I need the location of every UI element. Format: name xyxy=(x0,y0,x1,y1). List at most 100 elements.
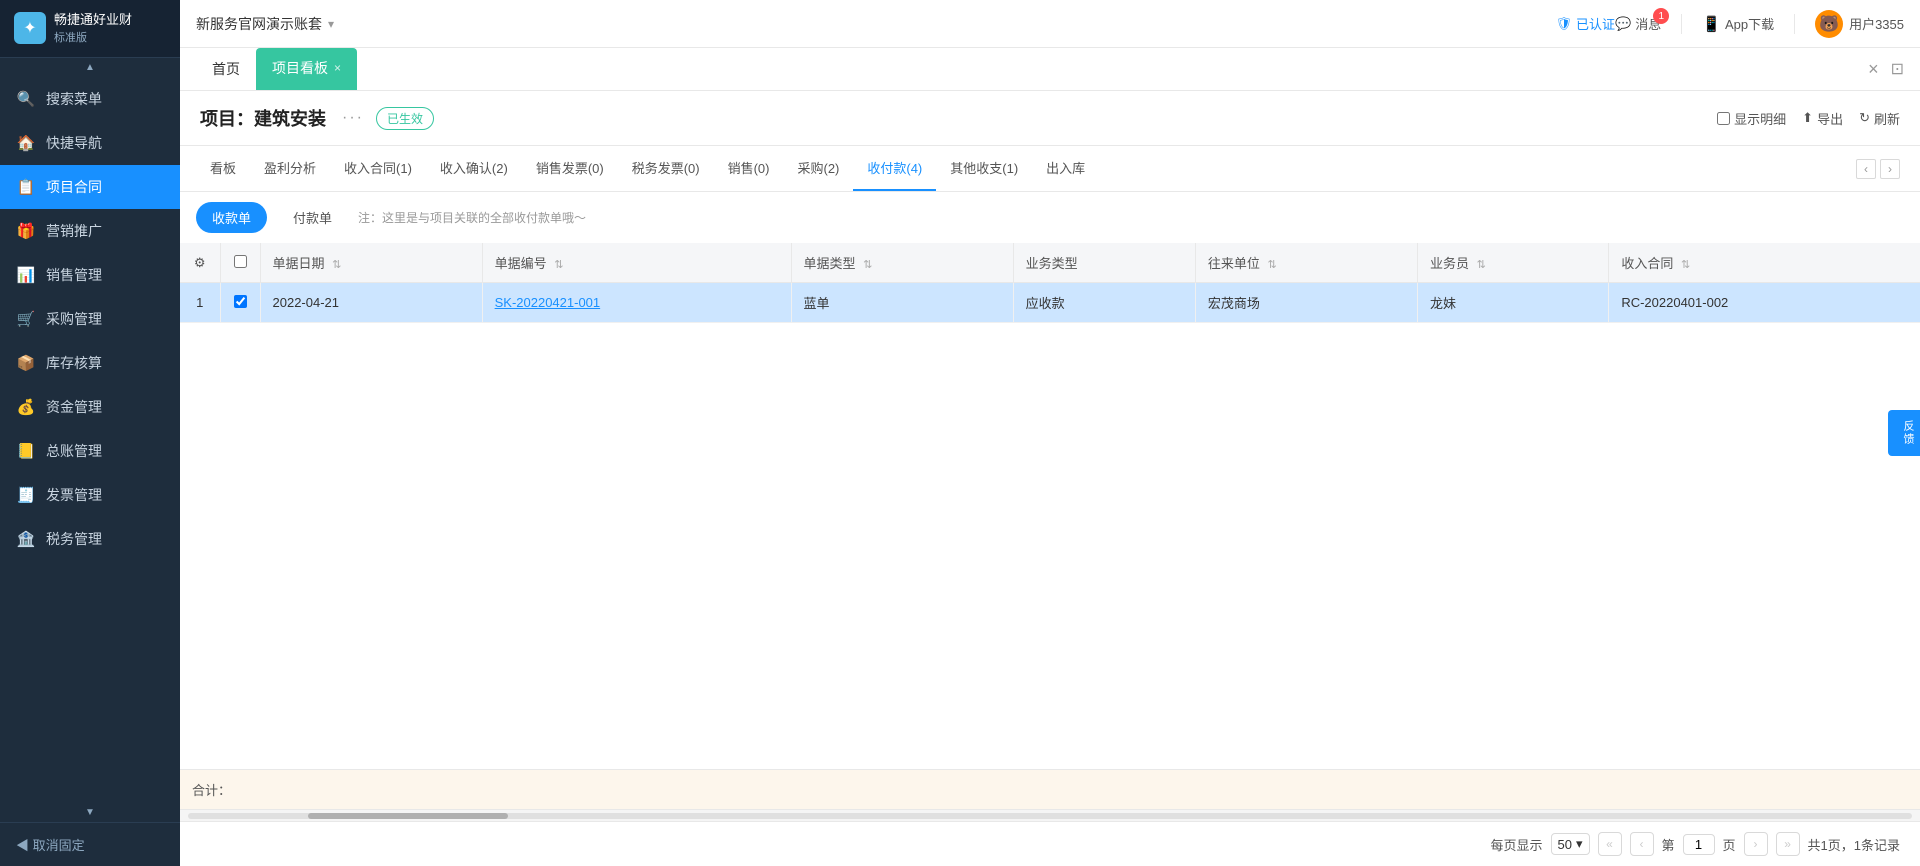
sidebar-item-label: 资金管理 xyxy=(46,397,102,417)
username-label: 用户3355 xyxy=(1849,14,1904,33)
sidebar-item-inventory[interactable]: 📦 库存核算 xyxy=(0,341,180,385)
export-btn[interactable]: ⬆ 导出 xyxy=(1802,109,1843,128)
project-title: 项目：建筑安装 xyxy=(200,105,326,131)
sidebar-item-label: 总账管理 xyxy=(46,441,102,461)
sidebar-item-label: 营销推广 xyxy=(46,221,102,241)
feedback-btn[interactable]: 反馈 xyxy=(1888,410,1920,456)
sidebar-item-label: 快捷导航 xyxy=(46,133,102,153)
sub-tab-inout[interactable]: 出入库 xyxy=(1032,146,1099,191)
sidebar-item-sales[interactable]: 📊 销售管理 xyxy=(0,253,180,297)
payments-toggle-btn[interactable]: 付款单 xyxy=(277,202,348,233)
cell-seq: 1 xyxy=(180,283,220,323)
sidebar-item-tax[interactable]: 🏦 税务管理 xyxy=(0,517,180,561)
horizontal-scrollbar[interactable] xyxy=(180,809,1920,821)
sub-tabs: 看板 盈利分析 收入合同(1) 收入确认(2) 销售发票(0) 税务发票(0) … xyxy=(180,146,1920,192)
col-salesman[interactable]: 业务员 ⇅ xyxy=(1417,243,1608,283)
sub-tab-next-btn[interactable]: › xyxy=(1880,159,1900,179)
logo-icon: ✦ xyxy=(14,12,46,44)
show-detail-toggle[interactable]: 显示明细 xyxy=(1717,109,1786,128)
home-icon: 🏠 xyxy=(16,134,36,152)
tab-home[interactable]: 首页 xyxy=(196,49,256,89)
shield-icon: 🛡 xyxy=(1556,16,1573,32)
project-more-btn[interactable]: ··· xyxy=(342,109,364,127)
refresh-btn[interactable]: ↻ 刷新 xyxy=(1859,109,1900,128)
data-table: ⚙ 单据日期 ⇅ 单据编号 ⇅ xyxy=(180,243,1920,323)
per-page-arrow-icon: ▾ xyxy=(1576,836,1583,852)
sub-tabs-nav: ‹ › xyxy=(1852,159,1904,179)
col-partner[interactable]: 往来单位 ⇅ xyxy=(1195,243,1417,283)
prev-page-btn[interactable]: ‹ xyxy=(1630,832,1654,856)
sub-tab-purchase[interactable]: 采购(2) xyxy=(783,146,853,191)
sidebar-unpin[interactable]: ◀ 取消固定 xyxy=(0,822,180,866)
sidebar-item-nav[interactable]: 🏠 快捷导航 xyxy=(0,121,180,165)
sub-tab-board[interactable]: 看板 xyxy=(196,146,250,191)
sidebar-nav: 🔍 搜索菜单 🏠 快捷导航 📋 项目合同 🎁 营销推广 📊 销售管理 🛒 采购管… xyxy=(0,77,180,803)
sub-tab-receipts[interactable]: 收付款(4) xyxy=(853,146,936,191)
sub-tab-income-confirm[interactable]: 收入确认(2) xyxy=(426,146,522,191)
receipts-toggle-btn[interactable]: 收款单 xyxy=(196,202,267,233)
sidebar-item-search[interactable]: 🔍 搜索菜单 xyxy=(0,77,180,121)
next-page-btn[interactable]: › xyxy=(1744,832,1768,856)
sidebar-item-invoice[interactable]: 🧾 发票管理 xyxy=(0,473,180,517)
project-header-actions: 显示明细 ⬆ 导出 ↻ 刷新 xyxy=(1717,109,1900,128)
sidebar-item-marketing[interactable]: 🎁 营销推广 xyxy=(0,209,180,253)
sub-tab-tax-invoice[interactable]: 税务发票(0) xyxy=(618,146,714,191)
scrollbar-thumb[interactable] xyxy=(308,813,508,819)
page-prefix: 第 xyxy=(1662,835,1675,854)
purchase-icon: 🛒 xyxy=(16,310,36,328)
sidebar-scroll-down[interactable]: ▼ xyxy=(0,803,180,822)
last-page-btn[interactable]: » xyxy=(1776,832,1800,856)
total-label: 合计： xyxy=(192,783,231,798)
user-menu[interactable]: 🐻 用户3355 xyxy=(1815,10,1904,38)
sidebar: ✦ 畅捷通好业财 标准版 ▲ 🔍 搜索菜单 🏠 快捷导航 📋 项目合同 🎁 营销… xyxy=(0,0,180,866)
app-name: 畅捷通好业财 xyxy=(54,12,132,29)
main-area: 新服务官网演示账套 ▾ 🛡 已认证 💬 消息 1 📱 App下载 🐻 用户335… xyxy=(180,0,1920,866)
sub-tab-other[interactable]: 其他收支(1) xyxy=(936,146,1032,191)
per-page-label: 每页显示 xyxy=(1490,835,1542,854)
sidebar-item-label: 发票管理 xyxy=(46,485,102,505)
sidebar-scroll-up[interactable]: ▲ xyxy=(0,58,180,77)
page-number-input[interactable] xyxy=(1683,834,1715,855)
tab-close-icon[interactable]: × xyxy=(334,61,341,75)
close-window-btn[interactable]: × xyxy=(1868,59,1879,80)
sidebar-item-finance[interactable]: 💰 资金管理 xyxy=(0,385,180,429)
sub-tab-income-contract[interactable]: 收入合同(1) xyxy=(330,146,426,191)
cell-number: SK-20220421-001 xyxy=(482,283,791,323)
col-contract[interactable]: 收入合同 ⇅ xyxy=(1609,243,1920,283)
finance-icon: 💰 xyxy=(16,398,36,416)
col-type[interactable]: 单据类型 ⇅ xyxy=(791,243,1013,283)
per-page-select[interactable]: 50 ▾ xyxy=(1551,833,1590,855)
show-detail-label: 显示明细 xyxy=(1734,109,1786,128)
sub-tab-prev-btn[interactable]: ‹ xyxy=(1856,159,1876,179)
sidebar-item-purchase[interactable]: 🛒 采购管理 xyxy=(0,297,180,341)
certified-badge: 🛡 已认证 xyxy=(1556,14,1616,33)
sort-number-icon: ⇅ xyxy=(554,259,563,271)
sidebar-item-ledger[interactable]: 📒 总账管理 xyxy=(0,429,180,473)
col-biz-type: 业务类型 xyxy=(1013,243,1195,283)
col-settings[interactable]: ⚙ xyxy=(180,243,220,283)
row-checkbox[interactable] xyxy=(234,295,247,308)
messages-btn[interactable]: 💬 消息 1 xyxy=(1615,14,1661,33)
sidebar-item-label: 搜索菜单 xyxy=(46,89,102,109)
sidebar-item-label: 采购管理 xyxy=(46,309,102,329)
topbar-right: 💬 消息 1 📱 App下载 🐻 用户3355 xyxy=(1615,10,1904,38)
window-buttons: × ⊡ xyxy=(1868,59,1904,80)
sub-tab-profit[interactable]: 盈利分析 xyxy=(250,146,330,191)
sub-tab-sales-invoice[interactable]: 销售发票(0) xyxy=(522,146,618,191)
col-number[interactable]: 单据编号 ⇅ xyxy=(482,243,791,283)
select-all-checkbox[interactable] xyxy=(234,255,247,268)
per-page-value: 50 xyxy=(1558,837,1572,852)
cell-type: 蓝单 xyxy=(791,283,1013,323)
inventory-icon: 📦 xyxy=(16,354,36,372)
col-date[interactable]: 单据日期 ⇅ xyxy=(260,243,482,283)
expand-window-btn[interactable]: ⊡ xyxy=(1891,59,1904,79)
table-row[interactable]: 1 2022-04-21 SK-20220421-001 蓝单 xyxy=(180,283,1920,323)
sub-tab-sales[interactable]: 销售(0) xyxy=(714,146,784,191)
show-detail-checkbox[interactable] xyxy=(1717,112,1730,125)
first-page-btn[interactable]: « xyxy=(1598,832,1622,856)
account-selector[interactable]: 新服务官网演示账套 ▾ xyxy=(196,14,1536,34)
doc-number-link[interactable]: SK-20220421-001 xyxy=(495,295,601,310)
app-download-btn[interactable]: 📱 App下载 xyxy=(1702,14,1774,33)
tab-project-board[interactable]: 项目看板 × xyxy=(256,48,357,90)
sidebar-item-project[interactable]: 📋 项目合同 xyxy=(0,165,180,209)
